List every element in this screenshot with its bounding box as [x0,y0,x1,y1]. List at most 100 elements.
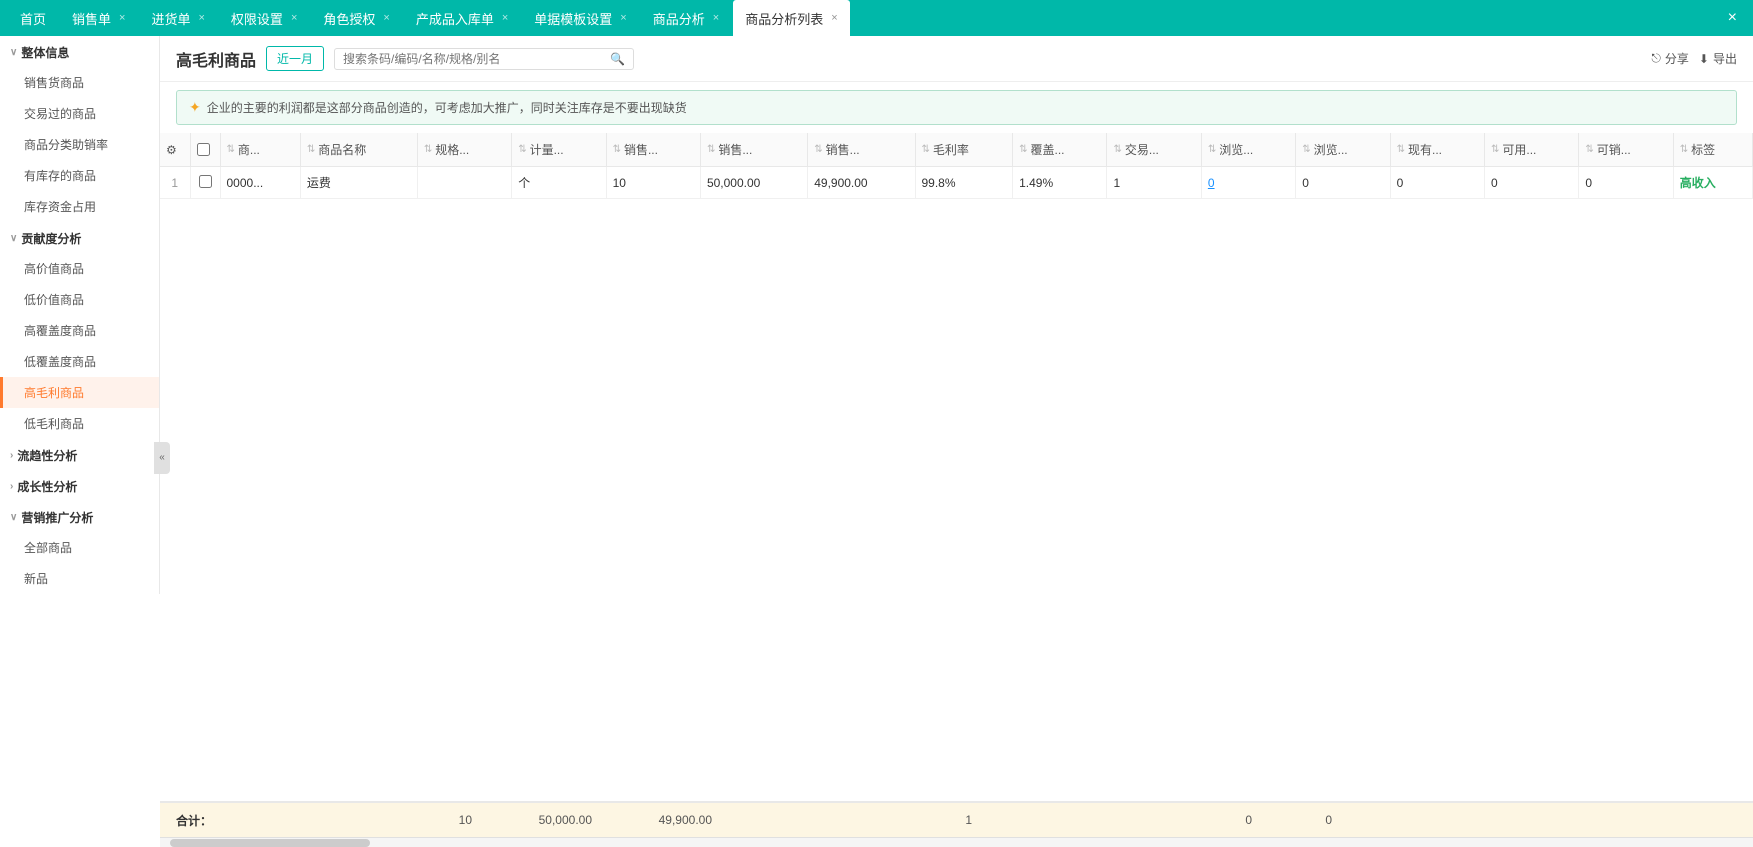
nav-item-进货单[interactable]: 进货单× [139,0,216,36]
nav-close-icon[interactable]: × [502,12,508,24]
nav-item-角色授权[interactable]: 角色授权× [311,0,401,36]
th-tradeCount[interactable]: ⇅交易... [1107,133,1201,167]
th-unit[interactable]: ⇅计量... [512,133,606,167]
sidebar-group-arrow-icon: ∨ [10,47,17,58]
table-head: ⚙⇅商...⇅商品名称⇅规格...⇅计量...⇅销售...⇅销售...⇅销售..… [160,133,1753,167]
sidebar-wrapper: ∨整体信息销售货商品交易过的商品商品分类助销率有库存的商品库存资金占用∨贡献度分… [0,36,160,847]
main-layout: ∨整体信息销售货商品交易过的商品商品分类助销率有库存的商品库存资金占用∨贡献度分… [0,36,1753,847]
nav-item-权限设置[interactable]: 权限设置× [219,0,309,36]
sidebar-item-高覆盖度商品[interactable]: 高覆盖度商品 [0,315,159,346]
nav-item-商品分析[interactable]: 商品分析× [641,0,731,36]
footer-saleAmount: 50,000.00 [492,813,592,827]
td-unit: 个 [512,167,606,199]
nav-close-icon[interactable]: × [831,12,837,24]
info-banner: ✦ 企业的主要的利润都是这部分商品创造的，可考虑加大推广，同时关注库存是不要出现… [176,90,1737,125]
sidebar-group-arrow-icon: ∨ [10,512,17,523]
nav-close-icon[interactable]: × [291,12,297,24]
th-saleQty[interactable]: ⇅销售... [606,133,700,167]
th-currentStock[interactable]: ⇅现有... [1390,133,1484,167]
search-icon[interactable]: 🔍 [610,52,625,66]
td-saleQty: 10 [606,167,700,199]
th-saleableStock[interactable]: ⇅可销... [1579,133,1673,167]
footer-saleProfit: 49,900.00 [612,813,712,827]
td-availStock: 0 [1484,167,1578,199]
sidebar-item-销售货商品[interactable]: 销售货商品 [0,67,159,98]
th-settings[interactable]: ⚙ [160,133,190,167]
sort-icon: ⇅ [1113,144,1121,155]
td-checkbox[interactable] [190,167,220,199]
th-tag[interactable]: ⇅标签 [1673,133,1752,167]
nav-item-销售单[interactable]: 销售单× [60,0,137,36]
sort-icon: ⇅ [424,144,432,155]
nav-item-商品分析列表[interactable]: 商品分析列表× [733,0,849,36]
td-name: 运费 [300,167,417,199]
close-window-button[interactable]: × [1720,5,1745,31]
th-code[interactable]: ⇅商... [220,133,300,167]
th-checkbox[interactable] [190,133,220,167]
nav-close-icon[interactable]: × [620,12,626,24]
sort-icon: ⇅ [814,144,822,155]
export-button[interactable]: ⬇ 导出 [1699,50,1737,67]
td-code: 0000... [220,167,300,199]
filter-button[interactable]: 近一月 [266,46,324,71]
footer-availStock: 0 [1272,813,1332,827]
sidebar-group-0[interactable]: ∨整体信息 [0,36,159,67]
nav-item-首页[interactable]: 首页 [8,0,58,36]
content-header: 高毛利商品 近一月 🔍 ⎋ 分享 ⬇ 导出 [160,36,1753,82]
footer-saleQty: 10 [432,813,472,827]
td-tradeCount: 1 [1107,167,1201,199]
scrollbar-thumb[interactable] [170,839,370,847]
sidebar-group-1[interactable]: ∨贡献度分析 [0,222,159,253]
nav-close-icon[interactable]: × [198,12,204,24]
th-grossRate[interactable]: ⇅毛利率 [915,133,1013,167]
sidebar-group-3[interactable]: ›成长性分析 [0,470,159,501]
sidebar-item-有库存的商品[interactable]: 有库存的商品 [0,160,159,191]
th-saleProfit[interactable]: ⇅销售... [808,133,915,167]
nav-item-单据模板设置[interactable]: 单据模板设置× [522,0,638,36]
sidebar-item-高毛利商品[interactable]: 高毛利商品 [0,377,159,408]
td-coverage: 1.49% [1013,167,1107,199]
td-views1[interactable]: 0 [1201,167,1295,199]
sidebar-item-新品[interactable]: 新品 [0,563,159,594]
select-all-checkbox[interactable] [197,143,210,156]
th-coverage[interactable]: ⇅覆盖... [1013,133,1107,167]
td-saleAmount: 50,000.00 [700,167,807,199]
th-saleAmount[interactable]: ⇅销售... [700,133,807,167]
td-views2: 0 [1296,167,1390,199]
sidebar-group-2[interactable]: ›流趋性分析 [0,439,159,470]
share-button[interactable]: ⎋ 分享 [1651,50,1689,67]
sort-icon: ⇅ [1585,144,1593,155]
nav-close-icon[interactable]: × [119,12,125,24]
footer-tradeCount: 1 [892,813,972,827]
nav-close-icon[interactable]: × [383,12,389,24]
nav-close-icon[interactable]: × [713,12,719,24]
info-icon: ✦ [189,99,201,116]
th-views1[interactable]: ⇅浏览... [1201,133,1295,167]
sidebar-item-低价值商品[interactable]: 低价值商品 [0,284,159,315]
sidebar-item-高价值商品[interactable]: 高价值商品 [0,253,159,284]
nav-item-产成品入库单[interactable]: 产成品入库单× [404,0,520,36]
sidebar-item-商品分类助销率[interactable]: 商品分类助销率 [0,129,159,160]
sidebar-collapse-button[interactable]: « [154,442,170,474]
th-name[interactable]: ⇅商品名称 [300,133,417,167]
search-input[interactable] [343,52,610,66]
sidebar-item-全部商品[interactable]: 全部商品 [0,532,159,563]
sidebar-group-4[interactable]: ∨营销推广分析 [0,501,159,532]
th-views2[interactable]: ⇅浏览... [1296,133,1390,167]
table-row: 10000...运费个1050,000.0049,900.0099.8%1.49… [160,167,1753,199]
sidebar-item-低覆盖度商品[interactable]: 低覆盖度商品 [0,346,159,377]
sidebar-item-库存资金占用[interactable]: 库存资金占用 [0,191,159,222]
th-availStock[interactable]: ⇅可用... [1484,133,1578,167]
sidebar: ∨整体信息销售货商品交易过的商品商品分类助销率有库存的商品库存资金占用∨贡献度分… [0,36,160,594]
scrollbar-row[interactable] [160,837,1753,847]
export-icon: ⬇ [1699,52,1709,66]
header-actions: ⎋ 分享 ⬇ 导出 [1651,50,1737,67]
th-spec[interactable]: ⇅规格... [417,133,511,167]
table-body: 10000...运费个1050,000.0049,900.0099.8%1.49… [160,167,1753,199]
sort-icon: ⇅ [1680,144,1688,155]
td-spec [417,167,511,199]
td-index: 1 [160,167,190,199]
sidebar-item-交易过的商品[interactable]: 交易过的商品 [0,98,159,129]
data-table: ⚙⇅商...⇅商品名称⇅规格...⇅计量...⇅销售...⇅销售...⇅销售..… [160,133,1753,199]
sidebar-item-低毛利商品[interactable]: 低毛利商品 [0,408,159,439]
